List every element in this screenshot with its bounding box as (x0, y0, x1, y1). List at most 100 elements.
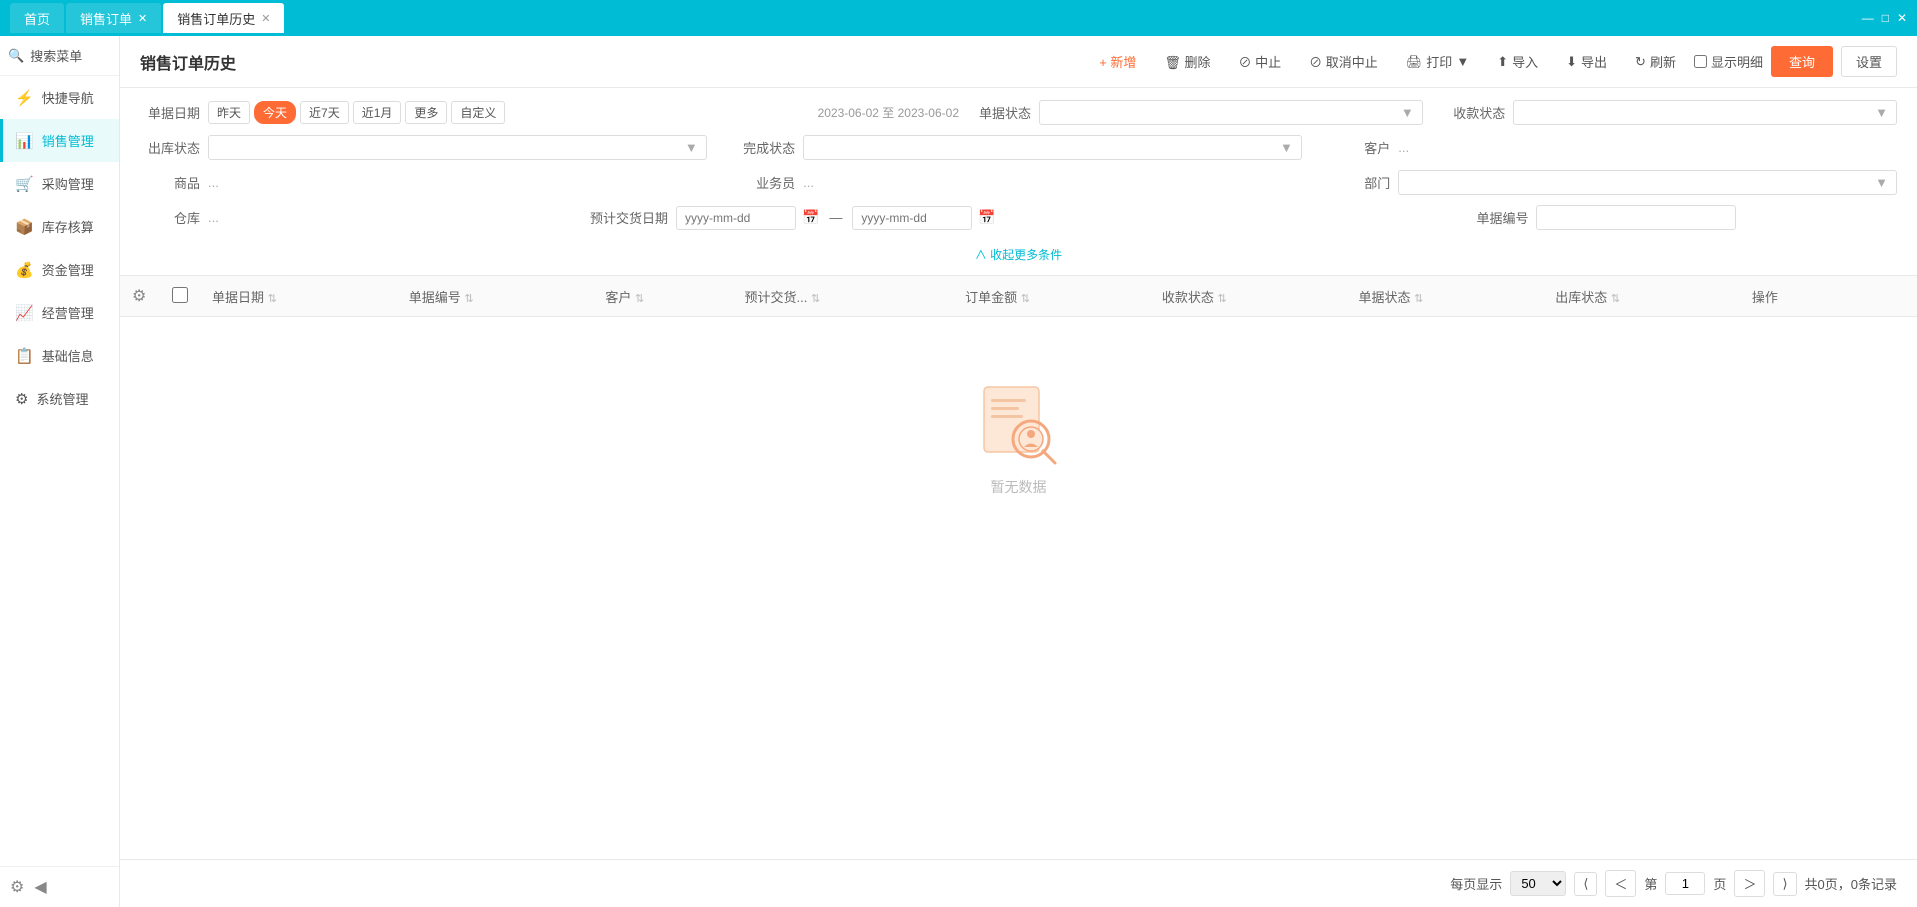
delete-button[interactable]: 🗑 删除 (1154, 47, 1220, 76)
order-number-input[interactable] (1536, 205, 1736, 230)
sidebar-item-quick-nav[interactable]: ⚡ 快捷导航 (0, 76, 119, 119)
stop-button[interactable]: ⊘ 中止 (1229, 47, 1292, 76)
th-delivery-status-sort[interactable]: ⇅ (1611, 293, 1620, 305)
prev-page-button[interactable]: ＜ (1605, 870, 1636, 897)
select-all-checkbox[interactable] (172, 287, 188, 303)
sidebar-item-operations[interactable]: 📈 经营管理 (0, 291, 119, 334)
export-icon: ⬇ (1566, 54, 1577, 70)
payment-status-select[interactable]: ▼ (1513, 100, 1897, 125)
tab-home[interactable]: 首页 (10, 3, 64, 33)
delivery-status-label: 出库状态 (140, 138, 200, 157)
empty-illustration (959, 377, 1079, 477)
custom-btn[interactable]: 自定义 (451, 101, 505, 124)
minimize-button[interactable]: — (1862, 11, 1874, 25)
th-customer-sort[interactable]: ⇅ (635, 293, 644, 305)
finance-icon: 💰 (15, 261, 34, 279)
filter-row-1: 单据日期 昨天 今天 近7天 近1月 更多 自定义 2023-06-02 至 2… (140, 100, 1897, 125)
expected-date-start[interactable] (676, 206, 796, 230)
cancel-stop-button[interactable]: ⊘ 取消中止 (1299, 47, 1388, 76)
sidebar-item-system-mgmt-label: 系统管理 (36, 389, 88, 408)
import-icon: ⬆ (1497, 54, 1508, 70)
refresh-label: 刷新 (1650, 52, 1676, 71)
table-header-row: ⚙ 单据日期 ⇅ 单据编号 ⇅ (120, 276, 1917, 317)
sidebar-item-base-info[interactable]: 📋 基础信息 (0, 334, 119, 377)
export-button[interactable]: ⬇ 导出 (1556, 47, 1617, 76)
collapse-bar[interactable]: ∧ 收起更多条件 (140, 240, 1897, 263)
first-page-button[interactable]: ⟨ (1574, 872, 1597, 896)
sidebar-item-inventory[interactable]: 📦 库存核算 (0, 205, 119, 248)
page-number-input[interactable] (1665, 872, 1705, 895)
calendar-start-icon[interactable]: 📅 (802, 209, 819, 226)
refresh-button[interactable]: ↻ 刷新 (1625, 47, 1686, 76)
th-payment-status-sort[interactable]: ⇅ (1217, 293, 1226, 305)
completion-status-select[interactable]: ▼ (803, 135, 1302, 160)
tab-sales-order-history[interactable]: 销售订单历史 ✕ (163, 3, 284, 33)
import-button[interactable]: ⬆ 导入 (1487, 47, 1548, 76)
calendar-end-icon[interactable]: 📅 (978, 209, 995, 226)
yesterday-btn[interactable]: 昨天 (208, 101, 250, 124)
tab-sales-order[interactable]: 销售订单 ✕ (66, 3, 161, 33)
sidebar-item-sales-mgmt[interactable]: 📊 销售管理 (0, 119, 119, 162)
th-payment-status-label: 收款状态 (1162, 290, 1214, 305)
table-settings-icon[interactable]: ⚙ (132, 288, 146, 305)
sidebar-settings-icon[interactable]: ⚙ (10, 877, 24, 897)
product-picker-btn[interactable]: ... (208, 175, 219, 190)
sidebar-item-finance[interactable]: 💰 资金管理 (0, 248, 119, 291)
close-button[interactable]: ✕ (1897, 11, 1907, 25)
purchase-mgmt-icon: 🛒 (15, 175, 34, 193)
setting-button[interactable]: 设置 (1841, 46, 1897, 77)
last-month-btn[interactable]: 近1月 (353, 101, 402, 124)
show-detail-checkbox[interactable] (1694, 55, 1707, 68)
warehouse-label: 仓库 (140, 208, 200, 227)
department-label: 部门 (1330, 173, 1390, 192)
delivery-status-select[interactable]: ▼ (208, 135, 707, 160)
sidebar-item-inventory-label: 库存核算 (42, 217, 94, 236)
sidebar-item-purchase-mgmt-label: 采购管理 (42, 174, 94, 193)
data-table: ⚙ 单据日期 ⇅ 单据编号 ⇅ (120, 276, 1917, 317)
maximize-button[interactable]: □ (1882, 11, 1889, 25)
new-button[interactable]: + 新增 (1089, 47, 1146, 76)
salesperson-picker-btn[interactable]: ... (803, 175, 814, 190)
sidebar-collapse-icon[interactable]: ◀ (34, 877, 46, 897)
warehouse-picker-btn[interactable]: ... (208, 210, 219, 225)
sidebar-search[interactable]: 🔍 搜索菜单 (0, 36, 119, 76)
empty-text: 暂无数据 (991, 477, 1047, 497)
page-label: 页 (1713, 874, 1726, 893)
more-btn[interactable]: 更多 (405, 101, 447, 124)
customer-field: 客户 ... (1330, 138, 1897, 157)
filter-row-2: 出库状态 ▼ 完成状态 ▼ 客户 (140, 135, 1897, 160)
page-header: 销售订单历史 + 新增 🗑 删除 ⊘ 中止 ⊘ 取消中止 🖨 打印 ▼ ⬆ 导入… (120, 36, 1917, 88)
tab-sales-order-history-close[interactable]: ✕ (261, 12, 270, 25)
expected-date-end[interactable] (852, 206, 972, 230)
th-number: 单据编号 ⇅ (397, 276, 594, 317)
completion-status-field: 完成状态 ▼ (735, 135, 1302, 160)
sidebar-item-purchase-mgmt[interactable]: 🛒 采购管理 (0, 162, 119, 205)
tab-sales-order-close[interactable]: ✕ (138, 12, 147, 25)
print-button[interactable]: 🖨 打印 ▼ (1396, 47, 1479, 76)
last7-btn[interactable]: 近7天 (300, 101, 349, 124)
last-page-button[interactable]: ⟩ (1773, 872, 1796, 896)
query-button[interactable]: 查询 (1771, 46, 1833, 77)
th-date-sort[interactable]: ⇅ (268, 293, 277, 305)
sidebar-item-base-info-label: 基础信息 (42, 346, 94, 365)
next-page-button[interactable]: ＞ (1734, 870, 1765, 897)
page-size-select[interactable]: 50 10 20 100 (1510, 871, 1566, 896)
th-number-sort[interactable]: ⇅ (464, 293, 473, 305)
th-order-amount-sort[interactable]: ⇅ (1021, 293, 1030, 305)
customer-picker-btn[interactable]: ... (1398, 140, 1409, 155)
show-detail-checkbox-label[interactable]: 显示明细 (1694, 52, 1763, 71)
sidebar-search-label: 搜索菜单 (30, 46, 82, 65)
th-expected-delivery-sort[interactable]: ⇅ (811, 293, 820, 305)
today-btn[interactable]: 今天 (254, 101, 296, 124)
filter-area: 单据日期 昨天 今天 近7天 近1月 更多 自定义 2023-06-02 至 2… (120, 88, 1917, 276)
sidebar-item-finance-label: 资金管理 (42, 260, 94, 279)
department-select[interactable]: ▼ (1398, 170, 1897, 195)
th-order-status-sort[interactable]: ⇅ (1414, 293, 1423, 305)
sidebar-bottom: ⚙ ◀ (0, 866, 119, 907)
sidebar-item-system-mgmt[interactable]: ⚙ 系统管理 (0, 377, 119, 420)
page-size-label: 每页显示 (1450, 874, 1502, 893)
date-control: 昨天 今天 近7天 近1月 更多 自定义 (208, 101, 772, 124)
date-separator: — (825, 210, 846, 225)
empty-svg (959, 377, 1079, 477)
order-status-select[interactable]: ▼ (1039, 100, 1423, 125)
